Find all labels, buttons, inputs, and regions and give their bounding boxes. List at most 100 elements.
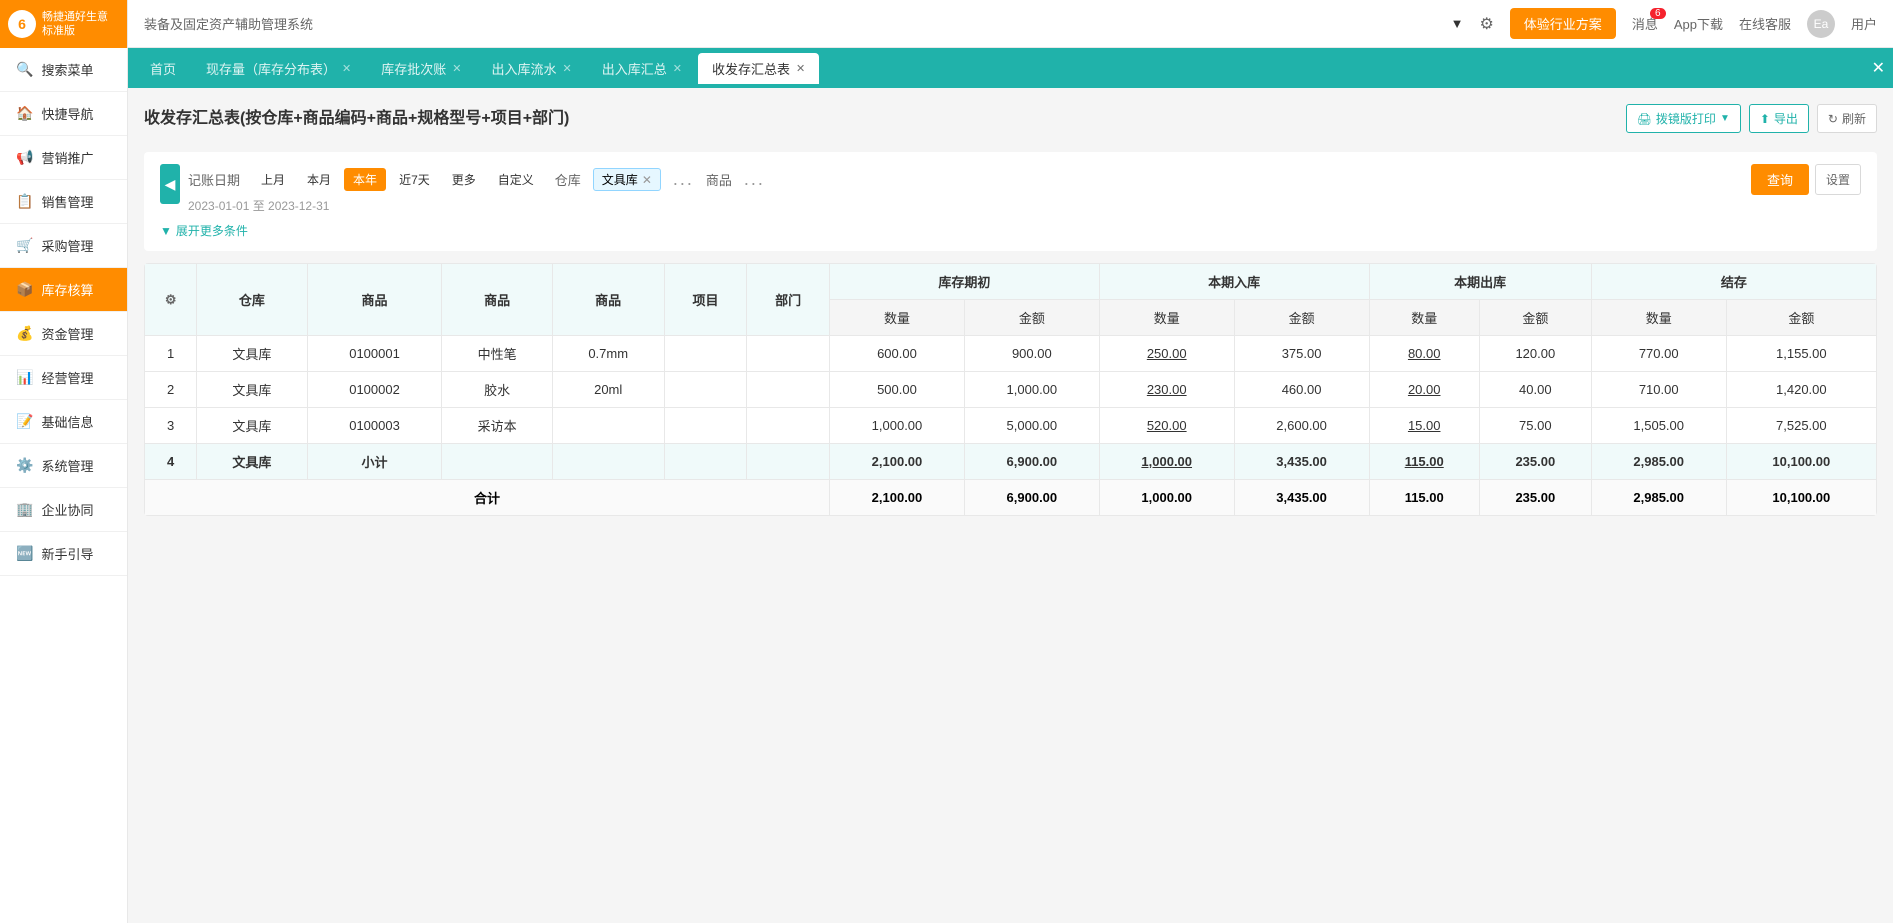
warehouse-ellipsis[interactable]: ... [673, 169, 694, 190]
col-settings[interactable]: ⚙ [145, 264, 197, 336]
filter-collapse-btn[interactable]: ◀ [160, 164, 180, 204]
row3-in-qty[interactable]: 520.00 [1099, 408, 1234, 444]
tab-inout-summary[interactable]: 出入库汇总 ✕ [588, 53, 696, 84]
total-open-amt: 6,900.00 [964, 480, 1099, 516]
subtotal-project [664, 444, 747, 480]
data-table: ⚙ 仓库 商品 商品 商品 项目 部门 库存期初 本期入库 本期出库 结存 数量 [144, 263, 1877, 516]
topbar-dropdown[interactable]: ▼ [1451, 16, 1464, 31]
row2-out-amt: 40.00 [1479, 372, 1591, 408]
sidebar-item-label: 新手引导 [41, 544, 93, 563]
query-btn[interactable]: 查询 [1751, 164, 1809, 195]
row1-out-qty[interactable]: 80.00 [1369, 336, 1479, 372]
total-open-qty: 2,100.00 [830, 480, 965, 516]
main-area: 装备及固定资产辅助管理系统 ▼ ⚙ 体验行业方案 消息 6 App下载 在线客服… [128, 0, 1893, 923]
topbar-settings-icon[interactable]: ⚙ [1479, 14, 1493, 34]
settings-btn[interactable]: 设置 [1815, 164, 1861, 195]
row3-project [664, 408, 747, 444]
col-out-amt: 金额 [1479, 300, 1591, 336]
sidebar-item-marketing[interactable]: 📢 营销推广 [0, 136, 127, 180]
row2-close-amt: 1,420.00 [1726, 372, 1876, 408]
row3-out-qty[interactable]: 15.00 [1369, 408, 1479, 444]
sidebar-item-system[interactable]: ⚙️ 系统管理 [0, 444, 127, 488]
operation-icon: 📊 [16, 369, 33, 386]
date-btn-this-month[interactable]: 本月 [298, 168, 340, 191]
sidebar-item-purchase[interactable]: 🛒 采购管理 [0, 224, 127, 268]
date-btn-7days[interactable]: 近7天 [390, 168, 439, 191]
marketing-icon: 📢 [16, 149, 33, 166]
sidebar-item-quicknav[interactable]: 🏠 快捷导航 [0, 92, 127, 136]
row1-out-amt: 120.00 [1479, 336, 1591, 372]
row2-department [747, 372, 830, 408]
col-in-qty: 数量 [1099, 300, 1234, 336]
refresh-btn[interactable]: ↻ 刷新 [1817, 104, 1877, 133]
sidebar-item-inventory[interactable]: 📦 库存核算 [0, 268, 127, 312]
tabs-bar: 首页 现存量（库存分布表） ✕ 库存批次账 ✕ 出入库流水 ✕ 出入库汇总 ✕ … [128, 48, 1893, 88]
tab-inout-flow[interactable]: 出入库流水 ✕ [477, 53, 585, 84]
message-btn[interactable]: 消息 6 [1632, 14, 1658, 33]
row1-in-qty[interactable]: 250.00 [1099, 336, 1234, 372]
row2-no: 2 [145, 372, 197, 408]
date-btn-more[interactable]: 更多 [443, 168, 485, 191]
sidebar-item-basic[interactable]: 📝 基础信息 [0, 400, 127, 444]
tab-home-label: 首页 [150, 59, 176, 78]
tab-batch-accounts-label: 库存批次账 [381, 59, 446, 78]
tab-close-icon[interactable]: ✕ [673, 62, 682, 75]
row1-open-qty: 600.00 [830, 336, 965, 372]
expand-btn[interactable]: ▼ 展开更多条件 [160, 222, 1861, 239]
basic-icon: 📝 [16, 413, 33, 430]
goods-label: 商品 [706, 170, 732, 189]
tab-close-icon[interactable]: ✕ [342, 62, 351, 75]
row3-warehouse: 文具库 [197, 408, 307, 444]
sidebar-item-operation[interactable]: 📊 经营管理 [0, 356, 127, 400]
avatar[interactable]: Ea [1807, 10, 1835, 38]
experience-btn[interactable]: 体验行业方案 [1510, 8, 1616, 39]
sidebar-item-finance[interactable]: 💰 资金管理 [0, 312, 127, 356]
online-service-btn[interactable]: 在线客服 [1739, 14, 1791, 33]
sidebar-item-guide[interactable]: 🆕 新手引导 [0, 532, 127, 576]
warehouse-tag: 文具库 ✕ [593, 168, 661, 191]
warehouse-tag-close-icon[interactable]: ✕ [642, 173, 652, 187]
topbar: 装备及固定资产辅助管理系统 ▼ ⚙ 体验行业方案 消息 6 App下载 在线客服… [128, 0, 1893, 48]
export-btn[interactable]: ⬆ 导出 [1749, 104, 1809, 133]
table-row: 1 文具库 0100001 中性笔 0.7mm 600.00 900.00 25… [145, 336, 1877, 372]
app-download-btn[interactable]: App下载 [1674, 14, 1723, 33]
row2-goods-name: 胶水 [442, 372, 552, 408]
tab-home[interactable]: 首页 [136, 53, 190, 84]
page-title: 收发存汇总表(按仓库+商品编码+商品+规格型号+项目+部门) [144, 104, 569, 128]
tab-inventory-distribution[interactable]: 现存量（库存分布表） ✕ [192, 53, 365, 84]
row2-in-qty[interactable]: 230.00 [1099, 372, 1234, 408]
row2-open-amt: 1,000.00 [964, 372, 1099, 408]
sidebar-item-sales[interactable]: 📋 销售管理 [0, 180, 127, 224]
col-department: 部门 [747, 264, 830, 336]
col-open-qty: 数量 [830, 300, 965, 336]
finance-icon: 💰 [16, 325, 33, 342]
row3-close-qty: 1,505.00 [1591, 408, 1726, 444]
date-btn-last-month[interactable]: 上月 [252, 168, 294, 191]
sidebar-item-enterprise[interactable]: 🏢 企业协同 [0, 488, 127, 532]
sidebar-nav: 🔍 搜索菜单 🏠 快捷导航 📢 营销推广 📋 销售管理 🛒 采购管理 📦 库存核… [0, 48, 127, 923]
home-icon: 🏠 [16, 105, 33, 122]
tab-batch-accounts[interactable]: 库存批次账 ✕ [367, 53, 475, 84]
print-btn[interactable]: 🖨 拨镜版打印 ▼ [1626, 104, 1741, 133]
sidebar: 6 畅捷通好生意 标准版 🔍 搜索菜单 🏠 快捷导航 📢 营销推广 📋 销售管理… [0, 0, 128, 923]
row2-goods-spec: 20ml [552, 372, 664, 408]
tabs-close-all-btn[interactable]: ✕ [1872, 58, 1885, 78]
date-btn-this-year[interactable]: 本年 [344, 168, 386, 191]
row2-out-qty[interactable]: 20.00 [1369, 372, 1479, 408]
tab-recv-send-summary[interactable]: 收发存汇总表 ✕ [698, 53, 819, 84]
goods-ellipsis[interactable]: ... [744, 169, 765, 190]
sidebar-item-label: 搜索菜单 [41, 60, 93, 79]
row2-project [664, 372, 747, 408]
col-out: 本期出库 [1369, 264, 1591, 300]
subtotal-out-qty[interactable]: 115.00 [1369, 444, 1479, 480]
sidebar-item-label: 销售管理 [41, 192, 93, 211]
subtotal-in-qty[interactable]: 1,000.00 [1099, 444, 1234, 480]
tab-close-icon[interactable]: ✕ [563, 62, 572, 75]
date-btn-custom[interactable]: 自定义 [489, 168, 543, 191]
sidebar-item-search[interactable]: 🔍 搜索菜单 [0, 48, 127, 92]
tab-close-icon[interactable]: ✕ [796, 62, 805, 75]
system-name: 装备及固定资产辅助管理系统 [144, 14, 1435, 33]
row3-close-amt: 7,525.00 [1726, 408, 1876, 444]
subtotal-open-amt: 6,900.00 [964, 444, 1099, 480]
tab-close-icon[interactable]: ✕ [452, 62, 461, 75]
